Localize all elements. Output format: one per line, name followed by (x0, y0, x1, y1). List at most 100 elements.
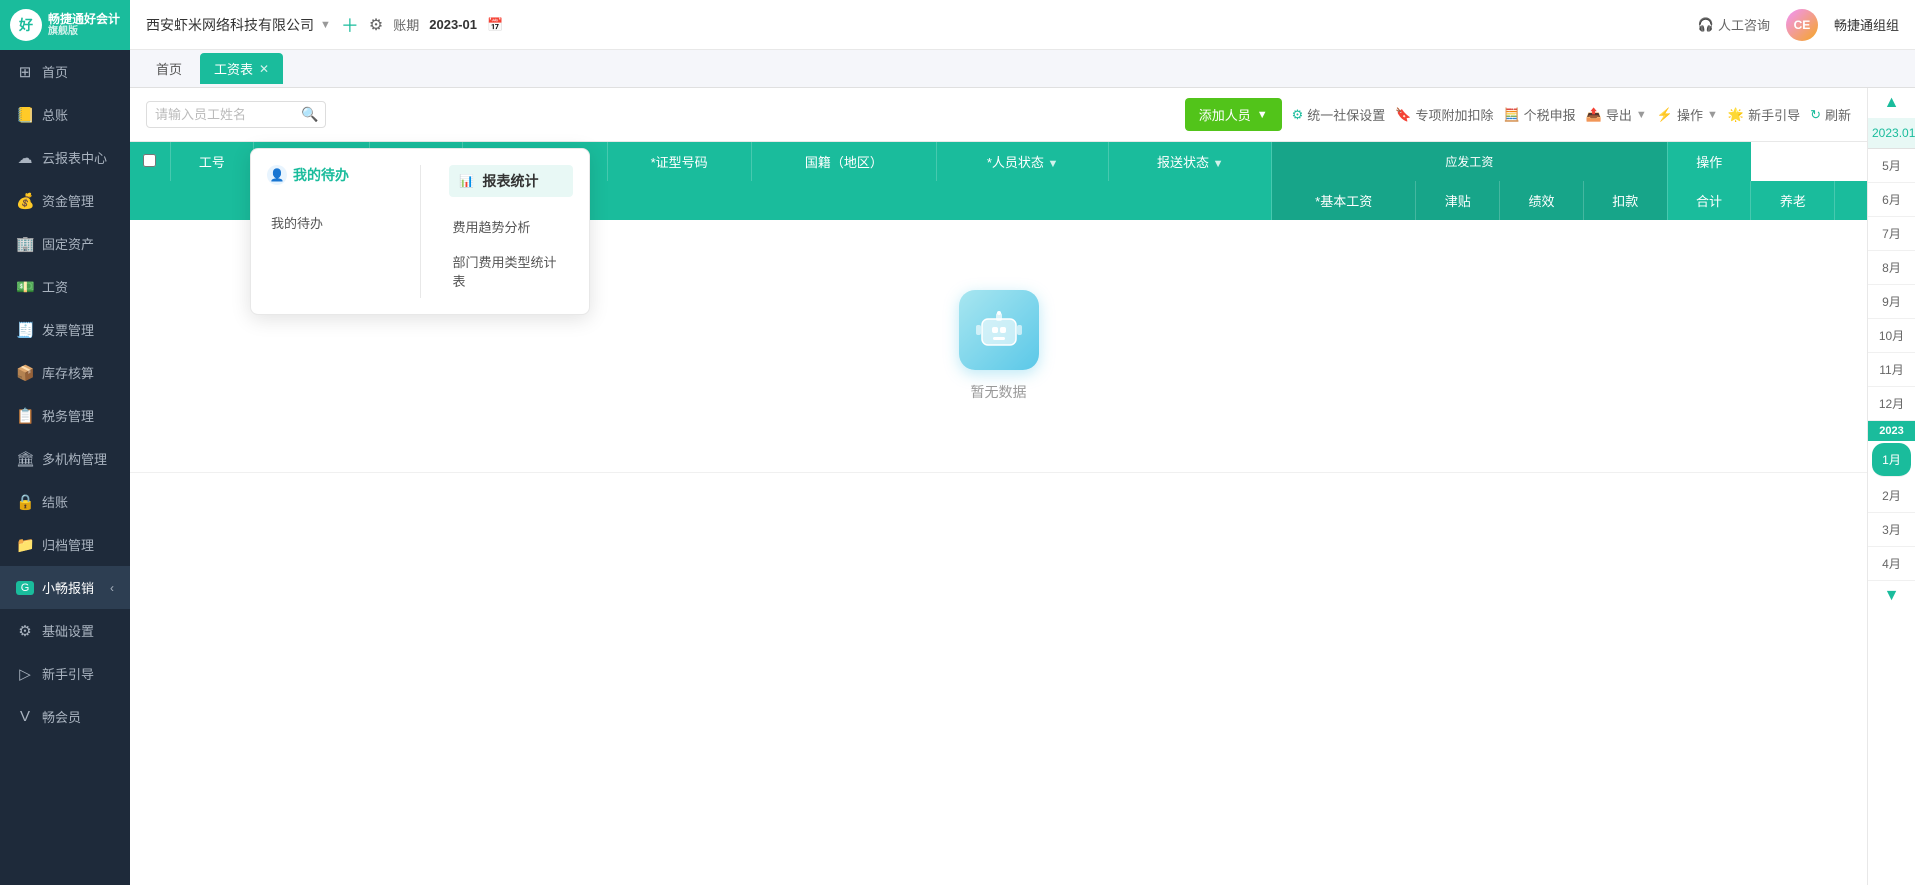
select-all-checkbox[interactable] (143, 154, 156, 167)
closing-icon: 🔒 (16, 493, 34, 511)
dropdown-item-dept-cost[interactable]: 部门费用类型统计表 (449, 244, 574, 298)
tax-icon: 📋 (16, 407, 34, 425)
sidebar-item-salary[interactable]: 💵 工资 (0, 265, 130, 308)
timeline-next-button[interactable]: ▼ (1868, 581, 1915, 611)
dropdown-item-my-todo[interactable]: 我的待办 (267, 205, 392, 240)
sidebar-item-ledger[interactable]: 📒 总账 (0, 93, 130, 136)
topbar-settings-icon[interactable]: ⚙ (369, 15, 383, 35)
personal-tax-button[interactable]: 🧮 个税申报 (1503, 105, 1575, 124)
user-avatar[interactable]: CE (1786, 9, 1818, 41)
th-total: 合计 (1667, 181, 1751, 220)
export-button[interactable]: 📤 导出 ▼ (1586, 105, 1647, 124)
report-status-filter-icon[interactable]: ▼ (1213, 158, 1224, 170)
person-status-filter-icon[interactable]: ▼ (1048, 158, 1059, 170)
reports-header-icon: 📊 (457, 171, 477, 191)
operations-button[interactable]: ⚡ 操作 ▼ (1657, 105, 1718, 124)
sidebar-item-xiao-chang[interactable]: G 小畅报销 ‹ (0, 566, 130, 609)
company-dropdown-arrow: ▼ (320, 19, 331, 31)
sidebar-item-new-guide[interactable]: ▷ 新手引导 (0, 652, 130, 695)
sidebar-item-closing[interactable]: 🔒 结账 (0, 480, 130, 523)
xiao-chang-icon: G (16, 581, 34, 595)
th-checkbox[interactable] (130, 142, 170, 181)
timeline-item-2[interactable]: 2月 (1868, 479, 1915, 513)
sidebar-item-fund[interactable]: 💰 资金管理 (0, 179, 130, 222)
add-company-button[interactable]: ＋ (341, 12, 359, 38)
timeline-prev-button[interactable]: ▲ (1868, 88, 1915, 118)
tab-close-icon[interactable]: ✕ (259, 62, 269, 76)
timeline-item-10[interactable]: 10月 (1868, 319, 1915, 353)
sidebar-item-cloud-report[interactable]: ☁ 云报表中心 (0, 136, 130, 179)
th-bonus: 津贴 (1416, 181, 1500, 220)
archive-icon: 📁 (16, 536, 34, 554)
sidebar-item-tax[interactable]: 📋 税务管理 (0, 394, 130, 437)
headset-icon: 🎧 (1698, 17, 1714, 33)
special-deduct-button[interactable]: 🔖 专项附加扣除 (1395, 105, 1493, 124)
timeline-item-3[interactable]: 3月 (1868, 513, 1915, 547)
logo-text: 畅捷通好会计 旗舰版 (48, 12, 120, 38)
social-insurance-button[interactable]: ⚙ 统一社保设置 (1292, 105, 1386, 124)
sidebar-item-fixed-assets[interactable]: 🏢 固定资产 (0, 222, 130, 265)
timeline-year-2023: 2023 (1868, 421, 1915, 441)
fixed-assets-icon: 🏢 (16, 235, 34, 253)
th-op-spacer (1835, 181, 1867, 220)
sidebar-item-member[interactable]: V 畅会员 (0, 695, 130, 738)
th-performance: 绩效 (1500, 181, 1584, 220)
timeline-item-1[interactable]: 1月 (1872, 443, 1911, 477)
main-area: 西安虾米网络科技有限公司 ▼ ＋ ⚙ 账期 2023-01 📅 🎧 人工咨询 C… (130, 0, 1915, 885)
th-cert-no: *证型号码 (607, 142, 751, 181)
sidebar-item-basic-settings[interactable]: ⚙ 基础设置 (0, 609, 130, 652)
empty-robot-icon (959, 290, 1039, 370)
company-name: 西安虾米网络科技有限公司 (146, 15, 314, 35)
th-person-status: *人员状态 ▼ (936, 142, 1109, 181)
tab-salary-table[interactable]: 工资表 ✕ (200, 53, 283, 84)
timeline-item-6[interactable]: 6月 (1868, 183, 1915, 217)
operations-chevron-icon: ▼ (1707, 109, 1718, 121)
dropdown-col-todo-header: 👤 我的待办 (267, 165, 392, 193)
sidebar-item-home[interactable]: ⊞ 首页 (0, 50, 130, 93)
inventory-icon: 📦 (16, 364, 34, 382)
new-guide-icon: 🌟 (1728, 107, 1744, 123)
empty-text: 暂无数据 (971, 382, 1027, 402)
calendar-icon[interactable]: 📅 (487, 17, 503, 33)
timeline-item-7[interactable]: 7月 (1868, 217, 1915, 251)
salary-icon: 💵 (16, 278, 34, 296)
operations-icon: ⚡ (1657, 107, 1673, 123)
sidebar-item-archive[interactable]: 📁 归档管理 (0, 523, 130, 566)
tab-home[interactable]: 首页 (142, 53, 196, 84)
add-person-button[interactable]: 添加人员 ▼ (1185, 98, 1282, 131)
refresh-button[interactable]: ↻ 刷新 (1810, 105, 1851, 124)
timeline-item-11[interactable]: 11月 (1868, 353, 1915, 387)
sidebar-item-inventory[interactable]: 📦 库存核算 (0, 351, 130, 394)
company-selector[interactable]: 西安虾米网络科技有限公司 ▼ (146, 15, 331, 35)
sidebar-item-multi-org[interactable]: 🏛 多机构管理 (0, 437, 130, 480)
refresh-icon: ↻ (1810, 107, 1821, 123)
dropdown-row: 👤 我的待办 我的待办 📊 报表统计 费用趋势分析 部门费用类型统计表 (267, 165, 573, 298)
search-input[interactable] (155, 107, 295, 122)
dropdown-item-cost-trend[interactable]: 费用趋势分析 (449, 209, 574, 244)
dropdown-divider (420, 165, 421, 298)
th-job-no: 工号 (170, 142, 254, 181)
dropdown-col-todo: 👤 我的待办 我的待办 (267, 165, 392, 298)
content-area: 🔍 添加人员 ▼ ⚙ 统一社保设置 🔖 专项附加扣除 (130, 88, 1915, 885)
th-deduct: 扣款 (1583, 181, 1667, 220)
period-value: 2023-01 (429, 17, 477, 32)
new-guide-button[interactable]: 🌟 新手引导 (1728, 105, 1800, 124)
timeline-item-9[interactable]: 9月 (1868, 285, 1915, 319)
app-logo: 好 畅捷通好会计 旗舰版 (0, 0, 130, 50)
fund-icon: 💰 (16, 192, 34, 210)
service-button[interactable]: 🎧 人工咨询 (1698, 15, 1770, 34)
th-operations: 操作 (1667, 142, 1751, 181)
timeline-item-4[interactable]: 4月 (1868, 547, 1915, 581)
th-nationality: 国籍（地区） (751, 142, 936, 181)
add-person-chevron-icon: ▼ (1257, 109, 1268, 121)
timeline-item-12[interactable]: 12月 (1868, 387, 1915, 421)
timeline-item-8[interactable]: 8月 (1868, 251, 1915, 285)
toolbar-right: 添加人员 ▼ ⚙ 统一社保设置 🔖 专项附加扣除 🧮 个税申报 (1185, 98, 1851, 131)
tabbar: 首页 工资表 ✕ (130, 50, 1915, 88)
member-icon: V (16, 708, 34, 725)
export-chevron-icon: ▼ (1636, 109, 1647, 121)
th-report-status: 报送状态 ▼ (1109, 142, 1272, 181)
timeline-item-5[interactable]: 5月 (1868, 149, 1915, 183)
sidebar-item-invoice[interactable]: 🧾 发票管理 (0, 308, 130, 351)
export-icon: 📤 (1586, 107, 1602, 123)
